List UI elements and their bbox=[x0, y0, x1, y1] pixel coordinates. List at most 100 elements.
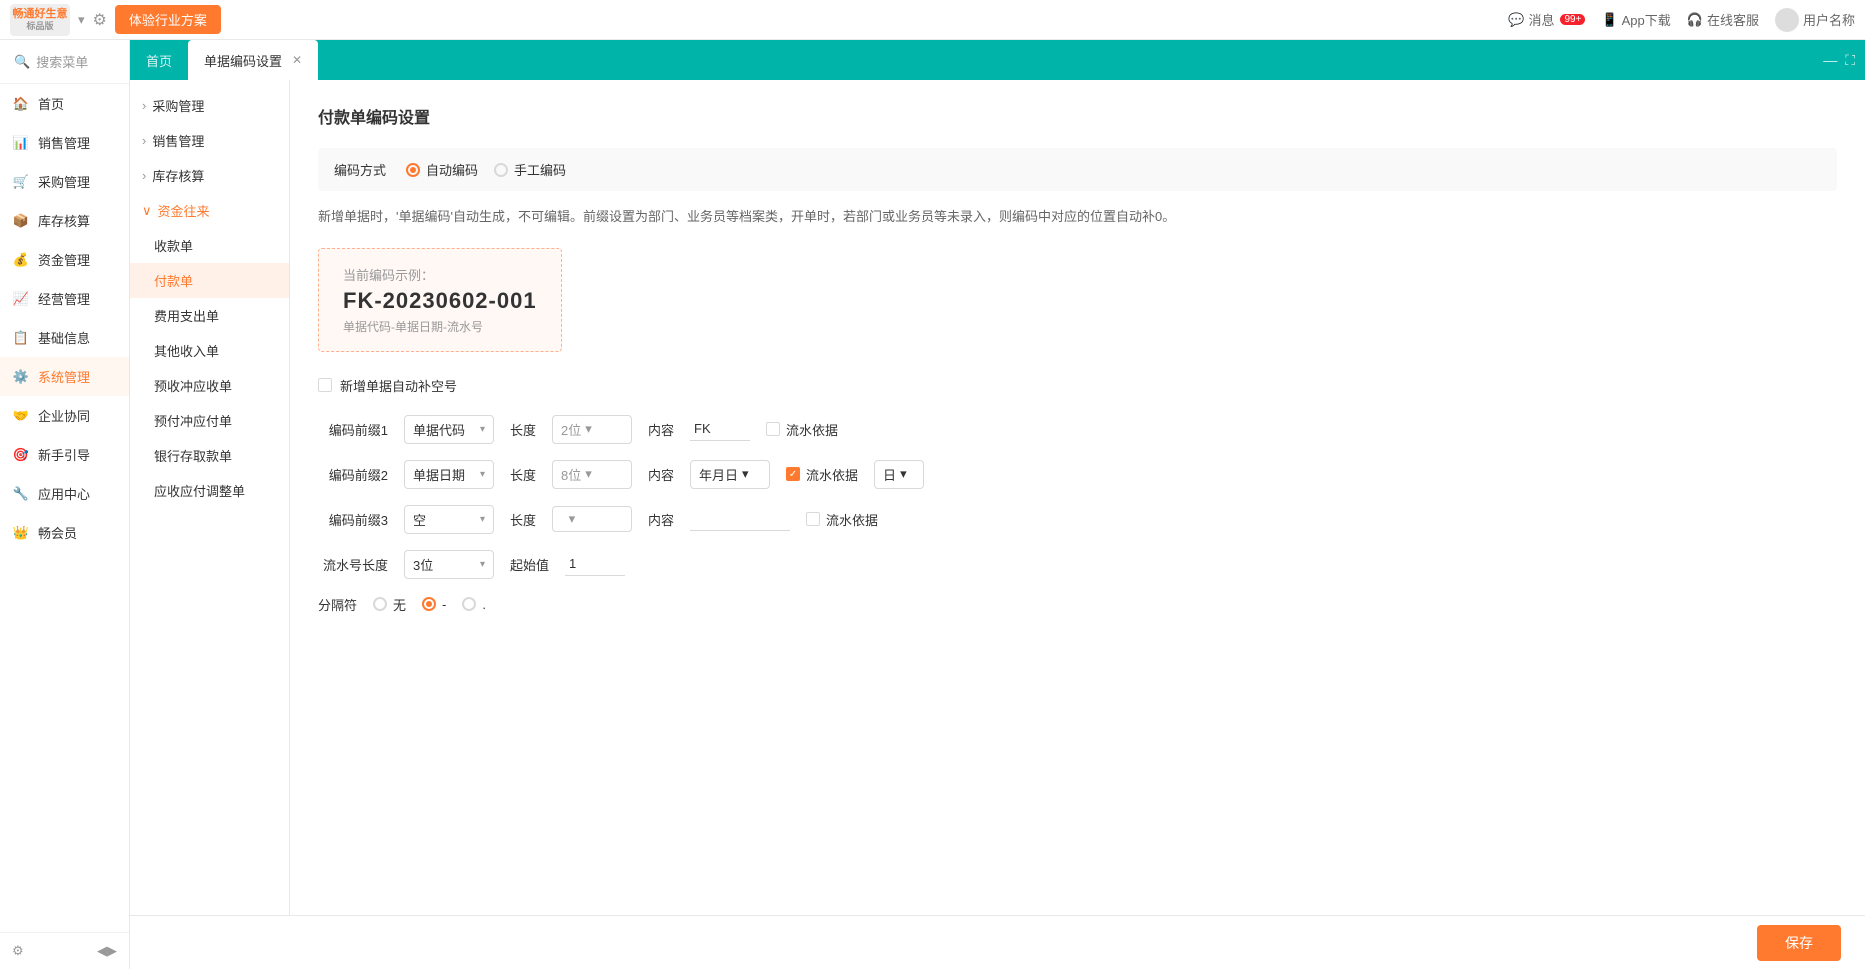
nav-item-expense[interactable]: 费用支出单 bbox=[130, 298, 289, 333]
page-title: 付款单编码设置 bbox=[318, 104, 1837, 128]
operations-icon: 📈 bbox=[12, 290, 30, 308]
nav-item-pre-receipt[interactable]: 预收冲应收单 bbox=[130, 368, 289, 403]
app-download-btn[interactable]: 📱 App下载 bbox=[1601, 10, 1670, 29]
content1-input[interactable] bbox=[690, 417, 750, 441]
avatar bbox=[1775, 8, 1799, 32]
nav-item-pre-payment[interactable]: 预付冲应付单 bbox=[130, 403, 289, 438]
length1-label: 长度 bbox=[510, 420, 536, 439]
content3-input[interactable] bbox=[690, 507, 790, 531]
chevron-right-icon: › bbox=[142, 98, 146, 113]
nav-item-receipt[interactable]: 收款单 bbox=[130, 228, 289, 263]
length2-select[interactable]: 8位 ▾ bbox=[552, 460, 632, 489]
settings-icon[interactable]: ⚙ bbox=[93, 10, 107, 30]
radio-auto-encode[interactable]: 自动编码 bbox=[406, 160, 478, 179]
message-btn[interactable]: 💬 消息 99+ bbox=[1508, 10, 1585, 29]
sep-dash-label: . bbox=[482, 597, 486, 612]
nav-item-other-income[interactable]: 其他收入单 bbox=[130, 333, 289, 368]
home-icon: 🏠 bbox=[12, 95, 30, 113]
nav-group-funds-title[interactable]: ∨ 资金往来 bbox=[130, 193, 289, 228]
sep-dash-radio[interactable]: . bbox=[462, 597, 486, 612]
nav-group-inventory-title[interactable]: › 库存核算 bbox=[130, 158, 289, 193]
auto-fill-checkbox[interactable] bbox=[318, 378, 332, 392]
waterfall1-checkbox[interactable]: 流水依据 bbox=[766, 420, 838, 439]
encoding-radio-group: 自动编码 手工编码 bbox=[406, 160, 566, 179]
nav-item-bank[interactable]: 银行存取款单 bbox=[130, 438, 289, 473]
sidebar-item-sales[interactable]: 📊 销售管理 bbox=[0, 123, 129, 162]
length1-arrow-icon: ▾ bbox=[585, 421, 592, 437]
industry-btn[interactable]: 体验行业方案 bbox=[115, 5, 221, 34]
finance-icon: 💰 bbox=[12, 251, 30, 269]
tab-bar: 首页 单据编码设置 ✕ — ⛶ bbox=[130, 40, 1865, 80]
serial-length-select[interactable]: 3位 ▾ bbox=[404, 550, 494, 579]
basic-icon: 📋 bbox=[12, 329, 30, 347]
content2-select[interactable]: 年月日 ▾ bbox=[690, 460, 770, 489]
sep-none-radio[interactable]: 无 bbox=[373, 595, 406, 614]
collapse-icon[interactable]: ▾ bbox=[78, 12, 85, 28]
save-button[interactable]: 保存 bbox=[1757, 925, 1841, 961]
length3-select[interactable]: ▾ bbox=[552, 506, 632, 532]
nav-item-payment[interactable]: 付款单 bbox=[130, 263, 289, 298]
sidebar-item-apps[interactable]: 🔧 应用中心 bbox=[0, 474, 129, 513]
length1-select[interactable]: 2位 ▾ bbox=[552, 415, 632, 444]
settings-bottom-icon[interactable]: ⚙ bbox=[12, 943, 24, 959]
waterfall3-checkbox[interactable]: 流水依据 bbox=[806, 510, 878, 529]
main-content: › 采购管理 › 销售管理 › 库存核算 ∨ 资金往来 收款单 bbox=[130, 80, 1865, 969]
sidebar-item-member[interactable]: 👑 畅会员 bbox=[0, 513, 129, 552]
sidebar-search[interactable]: 🔍 搜索菜单 bbox=[0, 40, 129, 84]
nav-group-purchase-title[interactable]: › 采购管理 bbox=[130, 88, 289, 123]
waterfall2-checkbox[interactable]: ✓ 流水依据 bbox=[786, 465, 858, 484]
sidebar-item-purchase[interactable]: 🛒 采购管理 bbox=[0, 162, 129, 201]
serial-length-label: 流水号长度 bbox=[318, 555, 388, 574]
headset-icon: 🎧 bbox=[1687, 12, 1703, 28]
sidebar-item-system[interactable]: ⚙️ 系统管理 bbox=[0, 357, 129, 396]
chevron-right-icon2: › bbox=[142, 133, 146, 148]
chevron-down-icon: ∨ bbox=[142, 203, 152, 219]
prefix2-select[interactable]: 单据日期 ▾ bbox=[404, 460, 494, 489]
nav-group-sales-title[interactable]: › 销售管理 bbox=[130, 123, 289, 158]
nav-group-funds: ∨ 资金往来 收款单 付款单 费用支出单 其他收入单 预收冲应收单 预付冲应付单 bbox=[130, 193, 289, 508]
sidebar-item-inventory[interactable]: 📦 库存核算 bbox=[0, 201, 129, 240]
prefix1-row: 编码前缀1 单据代码 ▾ 长度 2位 ▾ 内容 流水依据 bbox=[318, 415, 1837, 444]
length2-arrow-icon: ▾ bbox=[585, 466, 592, 482]
sidebar-item-operations[interactable]: 📈 经营管理 bbox=[0, 279, 129, 318]
prefix3-select[interactable]: 空 ▾ bbox=[404, 505, 494, 534]
sidebar-item-finance[interactable]: 💰 资金管理 bbox=[0, 240, 129, 279]
sidebar-nav: 🏠 首页 📊 销售管理 🛒 采购管理 📦 库存核算 💰 资金管理 📈 经营管理 … bbox=[0, 84, 129, 932]
waterfall2-check-icon: ✓ bbox=[786, 467, 800, 481]
day-arrow-icon: ▾ bbox=[900, 466, 907, 482]
tab-home[interactable]: 首页 bbox=[130, 40, 188, 80]
serial-row: 流水号长度 3位 ▾ 起始值 bbox=[318, 550, 1837, 579]
bottom-bar: 保存 bbox=[130, 915, 1865, 969]
day-select[interactable]: 日 ▾ bbox=[874, 460, 924, 489]
sidebar-item-basic[interactable]: 📋 基础信息 bbox=[0, 318, 129, 357]
nav-group-purchase: › 采购管理 bbox=[130, 88, 289, 123]
nav-item-adjustment[interactable]: 应收应付调整单 bbox=[130, 473, 289, 508]
sidebar-item-home[interactable]: 🏠 首页 bbox=[0, 84, 129, 123]
prefix3-row: 编码前缀3 空 ▾ 长度 ▾ 内容 流水依据 bbox=[318, 505, 1837, 534]
tab-close-icon[interactable]: ✕ bbox=[292, 53, 302, 67]
message-icon: 💬 bbox=[1508, 12, 1524, 28]
sep-dot-icon bbox=[422, 597, 436, 611]
message-badge: 99+ bbox=[1560, 14, 1585, 25]
tab-encoding-settings[interactable]: 单据编码设置 ✕ bbox=[188, 40, 318, 80]
collapse-sidebar-icon[interactable]: ◀▶ bbox=[97, 943, 117, 959]
prefix2-row: 编码前缀2 单据日期 ▾ 长度 8位 ▾ 内容 年月日 ▾ ✓ 流水依据 bbox=[318, 460, 1837, 489]
content2-arrow-icon: ▾ bbox=[742, 466, 749, 482]
online-service-btn[interactable]: 🎧 在线客服 bbox=[1687, 10, 1759, 29]
prefix1-select[interactable]: 单据代码 ▾ bbox=[404, 415, 494, 444]
tab-maximize-icon[interactable]: ⛶ bbox=[1845, 52, 1855, 69]
search-bar[interactable]: 🔍 搜索菜单 bbox=[8, 48, 121, 75]
sales-icon: 📊 bbox=[12, 134, 30, 152]
sep-dot-radio[interactable]: - bbox=[422, 597, 446, 612]
tab-minimize-icon[interactable]: — bbox=[1823, 52, 1837, 68]
user-profile[interactable]: 用户名称 bbox=[1775, 8, 1855, 32]
sidebar-item-guide[interactable]: 🎯 新手引导 bbox=[0, 435, 129, 474]
radio-manual-encode[interactable]: 手工编码 bbox=[494, 160, 566, 179]
length3-arrow-icon: ▾ bbox=[569, 511, 576, 527]
member-icon: 👑 bbox=[12, 524, 30, 542]
separator-row: 分隔符 无 - . bbox=[318, 595, 1837, 614]
auto-fill-row: 新增单据自动补空号 bbox=[318, 376, 1837, 395]
start-value-input[interactable] bbox=[565, 552, 625, 576]
content-inner: 付款单编码设置 编码方式 自动编码 手工编码 新增单据时，'单据编码'自动生成，… bbox=[290, 80, 1865, 658]
sidebar-item-enterprise[interactable]: 🤝 企业协同 bbox=[0, 396, 129, 435]
